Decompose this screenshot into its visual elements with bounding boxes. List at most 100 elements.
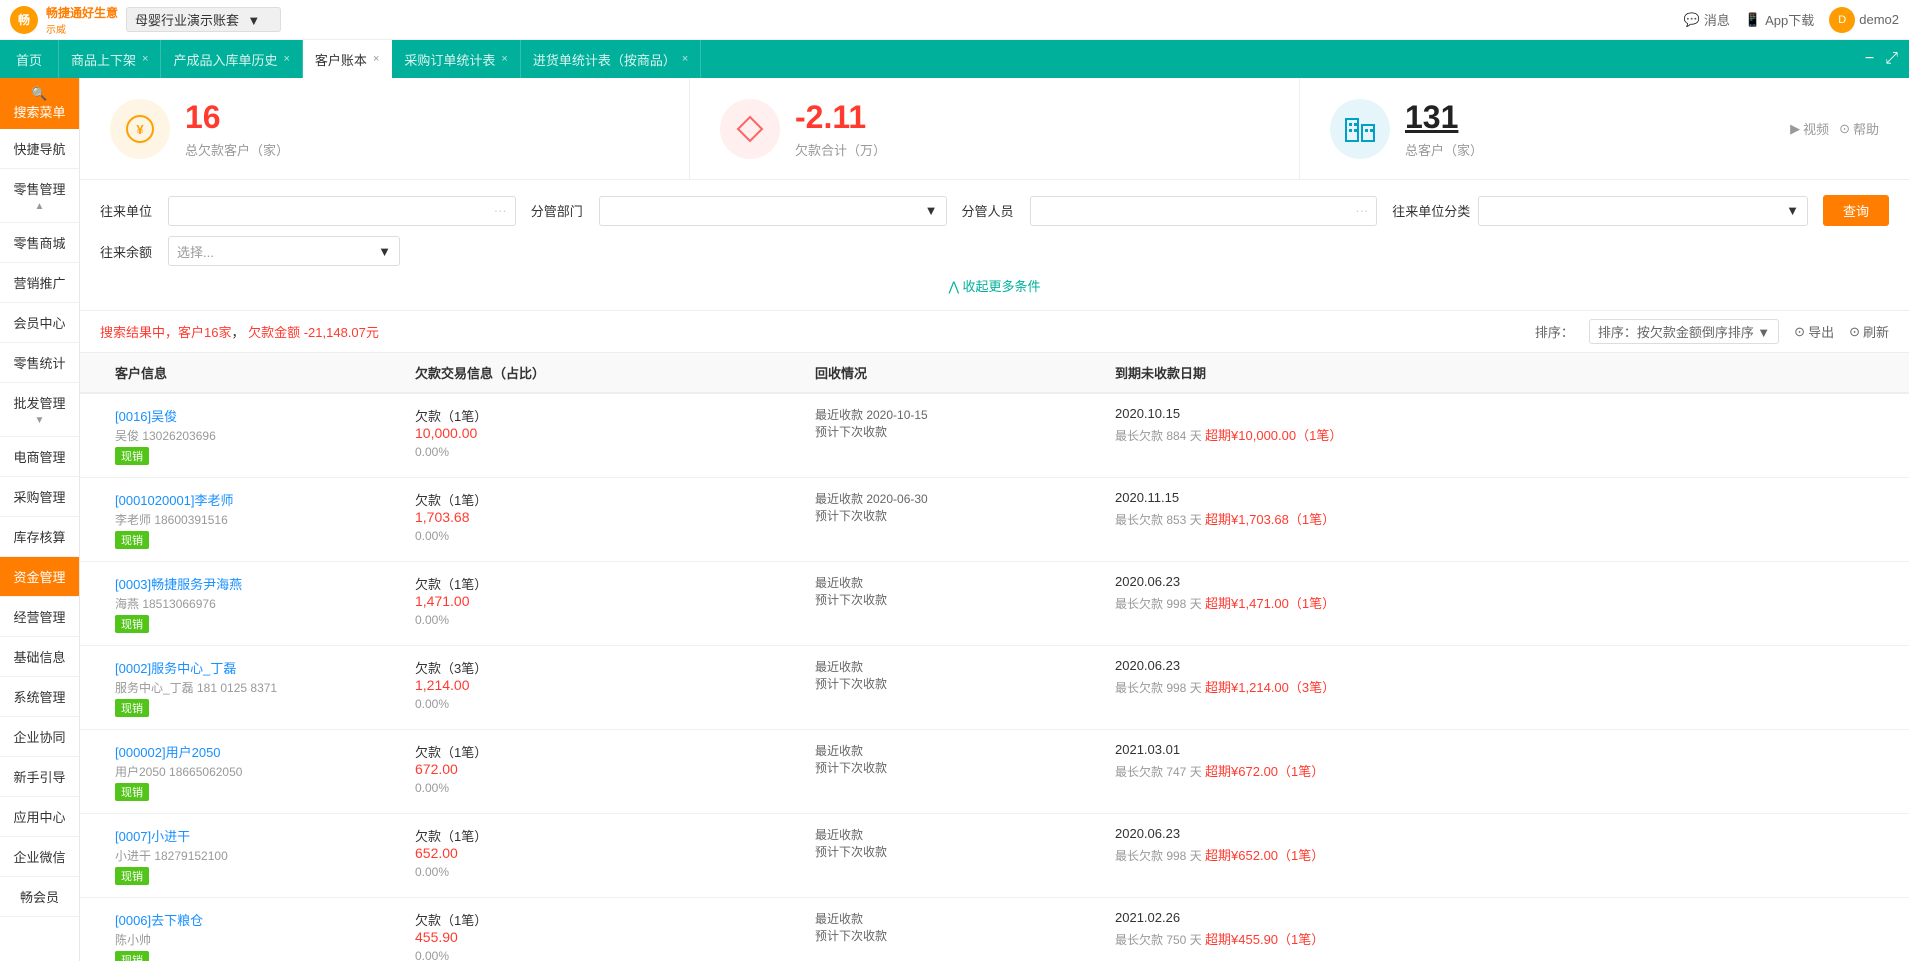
tab-inbound-stats[interactable]: 进货单统计表（按商品） × [521, 40, 701, 78]
stat-label-customers: 总欠款客户（家） [185, 140, 659, 159]
results-info: 搜索结果中，客户16家， 欠款金额 -21,148.07元 [100, 322, 379, 341]
refresh-button[interactable]: ⊙ 刷新 [1849, 322, 1889, 341]
sidebar-item-retail-store[interactable]: 零售商城 [0, 223, 79, 263]
tab-products-close[interactable]: × [142, 53, 148, 65]
debt-label-7: 欠款（1笔） [415, 910, 785, 929]
debt-amount-3: 1,471.00 [415, 593, 785, 609]
collapse-filters-button[interactable]: ⋀ 收起更多条件 [100, 276, 1889, 295]
sidebar-item-guide[interactable]: 新手引导 [0, 757, 79, 797]
sidebar-item-retail-stats[interactable]: 零售统计 [0, 343, 79, 383]
retail-mgmt-label: 零售管理 [5, 179, 74, 198]
sidebar-item-ecommerce[interactable]: 电商管理 [0, 437, 79, 477]
dept-select[interactable]: ▼ [599, 196, 947, 226]
inventory-label: 库存核算 [5, 527, 74, 546]
sidebar-item-member[interactable]: 畅会员 [0, 877, 79, 917]
user-menu[interactable]: D demo2 [1829, 7, 1899, 33]
customer-tag-6: 现销 [115, 867, 149, 885]
source-unit-dots: ··· [494, 203, 507, 218]
customer-name-7[interactable]: [0006]去下粮仓 [115, 910, 385, 929]
customer-name-1[interactable]: [0016]吴俊 [115, 406, 385, 425]
customer-name-6[interactable]: [0007]小进干 [115, 826, 385, 845]
recovery-cell-1: 最近收款 2020-10-15 预计下次收款 [800, 394, 1100, 452]
sidebar: 🔍 搜索菜单 快捷导航 零售管理 ▲ 零售商城 营销推广 会员中心 零售统计 批… [0, 78, 80, 961]
overdue-amount-5[interactable]: 超期¥672.00（1笔） [1205, 764, 1324, 779]
help-button[interactable]: ⊙ 帮助 [1839, 119, 1879, 138]
due-date-4: 2020.06.23 [1115, 658, 1874, 673]
tab-production-close[interactable]: × [283, 53, 289, 65]
sidebar-item-wechat[interactable]: 企业微信 [0, 837, 79, 877]
customer-cell-5: [000002]用户2050 用户2050 18665062050 现销 [100, 730, 400, 813]
sidebar-item-member-center[interactable]: 会员中心 [0, 303, 79, 343]
unit-category-select[interactable]: ▼ [1478, 196, 1808, 226]
basic-info-label: 基础信息 [5, 647, 74, 666]
next-payment-5: 预计下次收款 [815, 759, 1085, 776]
sidebar-item-collab[interactable]: 企业协同 [0, 717, 79, 757]
debt-amount-2: 1,703.68 [415, 509, 785, 525]
tab-customer-account[interactable]: 客户账本 × [303, 40, 392, 78]
sidebar-item-inventory[interactable]: 库存核算 [0, 517, 79, 557]
sidebar-item-basic-info[interactable]: 基础信息 [0, 637, 79, 677]
customer-tag-7: 现销 [115, 951, 149, 961]
debt-pct-3: 0.00% [415, 613, 785, 627]
recovery-cell-7: 最近收款 预计下次收款 [800, 898, 1100, 956]
debt-label-4: 欠款（3笔） [415, 658, 785, 677]
col-header-debt: 欠款交易信息（占比） [400, 353, 800, 392]
overdue-amount-7[interactable]: 超期¥455.90（1笔） [1205, 932, 1324, 947]
person-input[interactable]: ··· [1030, 196, 1378, 226]
app-download-button[interactable]: 📱 App下载 [1745, 10, 1814, 29]
customer-name-5[interactable]: [000002]用户2050 [115, 742, 385, 761]
search-button[interactable]: 查询 [1823, 195, 1889, 226]
sidebar-item-quick-nav[interactable]: 快捷导航 [0, 129, 79, 169]
tab-inbound-stats-close[interactable]: × [682, 53, 688, 65]
tab-products[interactable]: 商品上下架 × [59, 40, 161, 78]
overdue-amount-2[interactable]: 超期¥1,703.68（1笔） [1205, 512, 1335, 527]
debt-label-1: 欠款（1笔） [415, 406, 785, 425]
debt-cell-2: 欠款（1笔） 1,703.68 0.00% [400, 478, 800, 555]
overdue-amount-4[interactable]: 超期¥1,214.00（3笔） [1205, 680, 1335, 695]
sidebar-item-wholesale-mgmt[interactable]: 批发管理 ▼ [0, 383, 79, 437]
debt-pct-7: 0.00% [415, 949, 785, 961]
maximize-icon[interactable]: ⤢ [1882, 50, 1901, 68]
customer-name-2[interactable]: [0001020001]李老师 [115, 490, 385, 509]
tab-home[interactable]: 首页 [0, 40, 59, 78]
tab-production[interactable]: 产成品入库单历史 × [161, 40, 302, 78]
sidebar-item-system[interactable]: 系统管理 [0, 677, 79, 717]
sidebar-item-operations[interactable]: 经营管理 [0, 597, 79, 637]
svg-text:¥: ¥ [136, 122, 144, 137]
sidebar-item-marketing[interactable]: 营销推广 [0, 263, 79, 303]
sidebar-item-search[interactable]: 🔍 搜索菜单 [0, 78, 79, 129]
tab-purchase-stats-close[interactable]: × [501, 53, 507, 65]
stat-card-overdue-customers: ¥ 16 总欠款客户（家） [80, 78, 690, 179]
sidebar-item-retail-mgmt[interactable]: 零售管理 ▲ [0, 169, 79, 223]
customer-name-4[interactable]: [0002]服务中心_丁磊 [115, 658, 385, 677]
company-select[interactable]: 母婴行业演示账套 ▼ [126, 7, 281, 32]
overdue-amount-3[interactable]: 超期¥1,471.00（1笔） [1205, 596, 1335, 611]
tab-customer-account-close[interactable]: × [373, 53, 379, 65]
header-right: 💬 消息 📱 App下载 D demo2 [1684, 7, 1899, 33]
minimize-icon[interactable]: − [1862, 50, 1877, 68]
sidebar-item-purchase[interactable]: 采购管理 [0, 477, 79, 517]
tab-products-label: 商品上下架 [71, 50, 136, 69]
overdue-amount-1[interactable]: 超期¥10,000.00（1笔） [1205, 428, 1342, 443]
overdue-amount-6[interactable]: 超期¥652.00（1笔） [1205, 848, 1324, 863]
last-payment-3: 最近收款 [815, 574, 1085, 591]
due-date-3: 2020.06.23 [1115, 574, 1874, 589]
tab-purchase-stats[interactable]: 采购订单统计表 × [392, 40, 520, 78]
due-date-7: 2021.02.26 [1115, 910, 1874, 925]
debt-amount-1: 10,000.00 [415, 425, 785, 441]
export-button[interactable]: ⊙ 导出 [1794, 322, 1834, 341]
customer-name-3[interactable]: [0003]畅捷服务尹海燕 [115, 574, 385, 593]
sort-select[interactable]: 排序：按欠款金额倒序排序 ▼ [1589, 319, 1779, 344]
debt-label-5: 欠款（1笔） [415, 742, 785, 761]
message-button[interactable]: 💬 消息 [1684, 10, 1730, 29]
source-unit-input[interactable]: ··· [168, 196, 516, 226]
due-cell-4: 2020.06.23 最长欠款 998 天 超期¥1,214.00（3笔） [1100, 646, 1889, 708]
table-row: [0001020001]李老师 李老师 18600391516 现销 欠款（1笔… [80, 478, 1909, 562]
sidebar-item-finance[interactable]: 资金管理 [0, 557, 79, 597]
balance-select[interactable]: 选择... ▼ [168, 236, 400, 266]
view-video-button[interactable]: ▶ 视频 [1790, 119, 1829, 138]
filter-row-1: 往来单位 ··· 分管部门 ▼ 分管人员 ··· 往来单位分类 [100, 195, 1889, 226]
wechat-label: 企业微信 [5, 847, 74, 866]
sidebar-item-apps[interactable]: 应用中心 [0, 797, 79, 837]
nav-tabs: 首页 商品上下架 × 产成品入库单历史 × 客户账本 × 采购订单统计表 × 进… [0, 40, 1909, 78]
